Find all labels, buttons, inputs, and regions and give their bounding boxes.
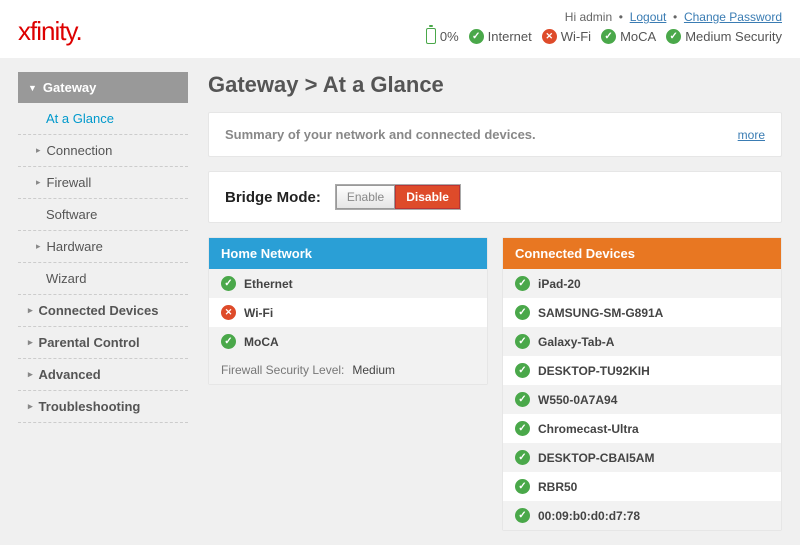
sidebar-item-connection[interactable]: ▸Connection (18, 135, 188, 167)
more-link[interactable]: more (738, 128, 765, 142)
home-network-label: Ethernet (244, 277, 293, 291)
sidebar-item-at-a-glance[interactable]: At a Glance (18, 103, 188, 135)
sidebar-item-connected-devices[interactable]: ▸Connected Devices (18, 295, 188, 327)
bridge-mode-panel: Bridge Mode: Enable Disable (208, 171, 782, 223)
home-network-row: Ethernet (209, 269, 487, 298)
home-network-title: Home Network (209, 238, 487, 269)
error-icon (542, 29, 557, 44)
check-icon (515, 276, 530, 291)
triangle-right-icon: ▸ (36, 145, 41, 156)
check-icon (221, 334, 236, 349)
check-icon (469, 29, 484, 44)
device-name: Galaxy-Tab-A (538, 335, 614, 349)
check-icon (221, 276, 236, 291)
firewall-level-row: Firewall Security Level: Medium (209, 356, 487, 384)
device-name: Chromecast-Ultra (538, 422, 639, 436)
logout-link[interactable]: Logout (630, 10, 667, 24)
triangle-right-icon: ▸ (28, 305, 33, 316)
triangle-right-icon: ▸ (36, 177, 41, 188)
sidebar-item-gateway[interactable]: ▼Gateway (18, 72, 188, 103)
check-icon (601, 29, 616, 44)
device-name: RBR50 (538, 480, 577, 494)
device-name: SAMSUNG-SM-G891A (538, 306, 663, 320)
triangle-right-icon: ▸ (28, 401, 33, 412)
home-network-row: MoCA (209, 327, 487, 356)
triangle-down-icon: ▼ (28, 83, 37, 93)
status-internet: Internet (469, 29, 532, 44)
connected-devices-title: Connected Devices (503, 238, 781, 269)
connected-device-row: SAMSUNG-SM-G891A (503, 298, 781, 327)
check-icon (515, 479, 530, 494)
home-network-label: MoCA (244, 335, 279, 349)
sidebar-item-software[interactable]: Software (18, 199, 188, 231)
home-network-row: Wi-Fi (209, 298, 487, 327)
logo: xfinity. (18, 16, 82, 47)
change-password-link[interactable]: Change Password (684, 10, 782, 24)
triangle-right-icon: ▸ (36, 241, 41, 252)
device-name: W550-0A7A94 (538, 393, 617, 407)
summary-text: Summary of your network and connected de… (225, 127, 536, 142)
triangle-right-icon: ▸ (28, 369, 33, 380)
device-name: 00:09:b0:d0:d7:78 (538, 509, 640, 523)
device-name: DESKTOP-CBAI5AM (538, 451, 654, 465)
status-moca: MoCA (601, 29, 656, 44)
disable-button[interactable]: Disable (395, 185, 460, 209)
check-icon (515, 363, 530, 378)
device-name: iPad-20 (538, 277, 581, 291)
sidebar-item-wizard[interactable]: Wizard (18, 263, 188, 295)
connected-device-row: Chromecast-Ultra (503, 414, 781, 443)
home-network-label: Wi-Fi (244, 306, 273, 320)
status-wifi: Wi-Fi (542, 29, 591, 44)
sidebar-item-parental-control[interactable]: ▸Parental Control (18, 327, 188, 359)
check-icon (515, 334, 530, 349)
sidebar: ▼Gateway At a Glance ▸Connection ▸Firewa… (18, 72, 188, 423)
check-icon (515, 305, 530, 320)
triangle-right-icon: ▸ (28, 337, 33, 348)
connected-device-row: iPad-20 (503, 269, 781, 298)
check-icon (515, 421, 530, 436)
sidebar-item-advanced[interactable]: ▸Advanced (18, 359, 188, 391)
check-icon (515, 508, 530, 523)
battery-icon (426, 28, 436, 44)
check-icon (666, 29, 681, 44)
sidebar-item-firewall[interactable]: ▸Firewall (18, 167, 188, 199)
user-line: Hi admin • Logout • Change Password (426, 10, 782, 24)
connected-device-row: 00:09:b0:d0:d7:78 (503, 501, 781, 530)
bridge-mode-label: Bridge Mode: (225, 189, 321, 206)
summary-panel: Summary of your network and connected de… (208, 112, 782, 157)
sidebar-item-troubleshooting[interactable]: ▸Troubleshooting (18, 391, 188, 423)
check-icon (515, 392, 530, 407)
error-icon (221, 305, 236, 320)
connected-device-row: Galaxy-Tab-A (503, 327, 781, 356)
connected-device-row: W550-0A7A94 (503, 385, 781, 414)
enable-button[interactable]: Enable (336, 185, 395, 209)
connected-device-row: DESKTOP-CBAI5AM (503, 443, 781, 472)
page-title: Gateway > At a Glance (208, 72, 782, 98)
status-security: Medium Security (666, 29, 782, 44)
device-name: DESKTOP-TU92KIH (538, 364, 650, 378)
connected-device-row: DESKTOP-TU92KIH (503, 356, 781, 385)
connected-devices-card: Connected Devices iPad-20 SAMSUNG-SM-G891… (502, 237, 782, 531)
home-network-card: Home Network Ethernet Wi-Fi MoCA Firewall … (208, 237, 488, 385)
connected-device-row: RBR50 (503, 472, 781, 501)
sidebar-item-hardware[interactable]: ▸Hardware (18, 231, 188, 263)
battery-status: 0% (426, 28, 459, 44)
check-icon (515, 450, 530, 465)
